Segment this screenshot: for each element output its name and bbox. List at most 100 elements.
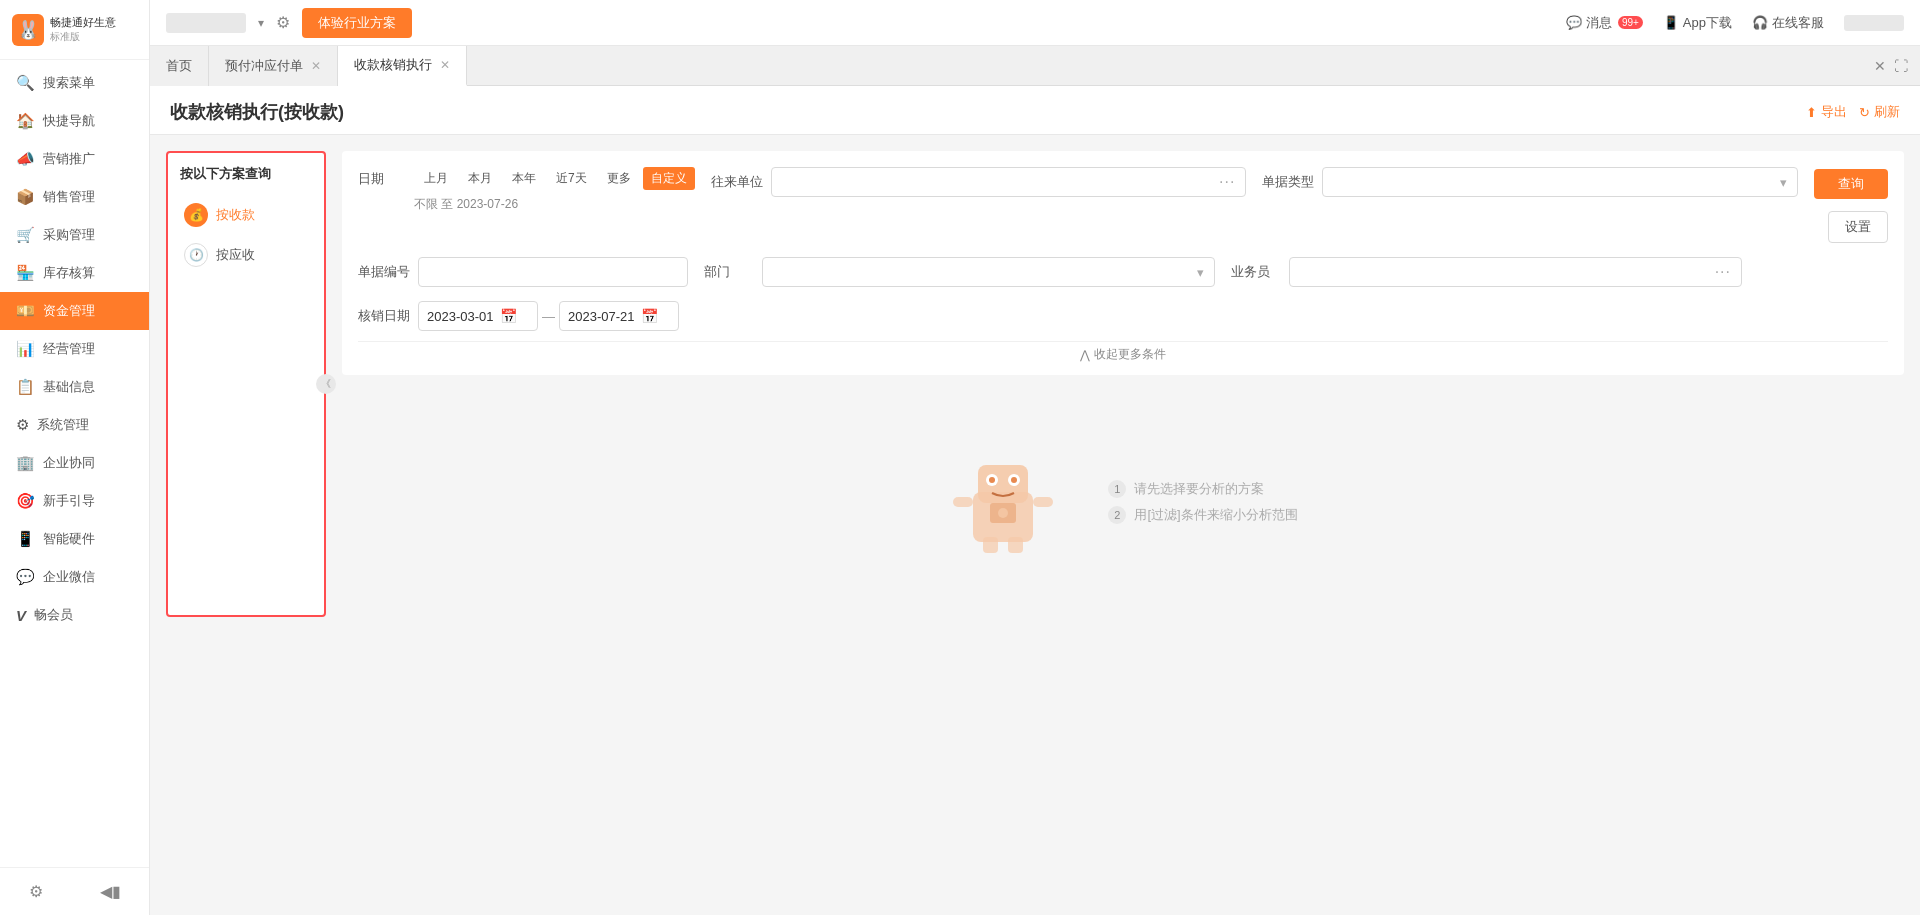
- empty-hint-1: 1 请先选择要分析的方案: [1108, 480, 1297, 498]
- date-7days-btn[interactable]: 近7天: [548, 167, 595, 190]
- settings-button[interactable]: 设置: [1828, 211, 1888, 243]
- main-content: 按以下方案查询 💰 按收款 🕐 按应收 《: [150, 135, 1920, 633]
- online-service-btn[interactable]: 🎧 在线客服: [1752, 14, 1824, 32]
- message-btn[interactable]: 💬 消息 99+: [1566, 14, 1643, 32]
- search-icon: 🔍: [16, 74, 35, 92]
- online-service-label: 在线客服: [1772, 14, 1824, 32]
- sidebar-item-system[interactable]: ⚙ 系统管理: [0, 406, 149, 444]
- tab-prepay-label: 预付冲应付单: [225, 57, 303, 75]
- doc-no-input[interactable]: [418, 257, 688, 287]
- export-button[interactable]: ⬆ 导出: [1806, 103, 1847, 121]
- collapse-more-btn[interactable]: ⋀ 收起更多条件: [358, 341, 1888, 363]
- purchase-icon: 🛒: [16, 226, 35, 244]
- message-label: 消息: [1586, 14, 1612, 32]
- tab-collection-label: 收款核销执行: [354, 56, 432, 74]
- verify-end-value: 2023-07-21: [568, 309, 635, 324]
- filter-panel: 按以下方案查询 💰 按收款 🕐 按应收 《: [166, 151, 326, 617]
- tab-collection[interactable]: 收款核销执行 ✕: [338, 46, 467, 86]
- query-button[interactable]: 查询: [1814, 169, 1888, 199]
- sidebar-item-quicknav[interactable]: 🏠 快捷导航: [0, 102, 149, 140]
- app-download-btn[interactable]: 📱 App下载: [1663, 14, 1732, 32]
- tab-home[interactable]: 首页: [150, 46, 209, 86]
- guide-icon: 🎯: [16, 492, 35, 510]
- inventory-icon: 🏪: [16, 264, 35, 282]
- date-this-month-btn[interactable]: 本月: [460, 167, 500, 190]
- date-custom-btn[interactable]: 自定义: [643, 167, 695, 190]
- sidebar-item-search[interactable]: 🔍 搜索菜单: [0, 64, 149, 102]
- sidebar-item-corp[interactable]: 🏢 企业协同: [0, 444, 149, 482]
- partner-label: 往来单位: [711, 173, 763, 191]
- app-version: 标准版: [50, 30, 116, 44]
- sidebar-item-purchase[interactable]: 🛒 采购管理: [0, 216, 149, 254]
- doc-type-select[interactable]: ▾: [1322, 167, 1798, 197]
- date-last-month-btn[interactable]: 上月: [416, 167, 456, 190]
- sidebar-collapse-btn[interactable]: ◀▮: [94, 876, 127, 907]
- svg-point-11: [998, 508, 1008, 518]
- sidebar-settings-btn[interactable]: ⚙: [23, 876, 49, 907]
- hardware-icon: 📱: [16, 530, 35, 548]
- system-icon: ⚙: [16, 416, 29, 434]
- verify-end-cal-icon[interactable]: 📅: [641, 308, 658, 324]
- staff-field: 业务员 ···: [1231, 257, 1742, 287]
- search-form: 日期 上月 本月 本年 近7天 更多 自定义: [342, 151, 1904, 375]
- sidebar-item-finance[interactable]: 💴 资金管理: [0, 292, 149, 330]
- finance-icon: 💴: [16, 302, 35, 320]
- sidebar-item-basic[interactable]: 📋 基础信息: [0, 368, 149, 406]
- tab-collection-close-icon[interactable]: ✕: [440, 58, 450, 72]
- verify-date-end-input[interactable]: 2023-07-21 📅: [559, 301, 679, 331]
- filter-panel-title: 按以下方案查询: [176, 165, 316, 183]
- sidebar-item-guide[interactable]: 🎯 新手引导: [0, 482, 149, 520]
- filter-receivable-icon: 🕐: [184, 243, 208, 267]
- sidebar-item-business[interactable]: 📊 经营管理: [0, 330, 149, 368]
- marketing-icon: 📣: [16, 150, 35, 168]
- tab-prepay[interactable]: 预付冲应付单 ✕: [209, 46, 338, 86]
- solution-button[interactable]: 体验行业方案: [302, 8, 412, 38]
- settings-gear-icon[interactable]: ⚙: [276, 13, 290, 32]
- empty-hint-1-text: 请先选择要分析的方案: [1134, 480, 1264, 498]
- verify-date-start-input[interactable]: 2023-03-01 📅: [418, 301, 538, 331]
- sidebar-item-inventory[interactable]: 🏪 库存核算: [0, 254, 149, 292]
- page-header: 收款核销执行(按收款) ⬆ 导出 ↻ 刷新: [150, 86, 1920, 135]
- staff-ellipsis-icon[interactable]: ···: [1715, 263, 1731, 281]
- filter-by-receivable[interactable]: 🕐 按应收: [176, 235, 316, 275]
- home-icon: 🏠: [16, 112, 35, 130]
- svg-rect-9: [1008, 537, 1023, 553]
- member-icon: V: [16, 607, 26, 624]
- tabbar-actions: ✕ ⛶: [1874, 58, 1920, 74]
- partner-select[interactable]: ···: [771, 167, 1247, 197]
- date-label: 日期: [358, 170, 408, 188]
- doc-no-field: 单据编号: [358, 257, 688, 287]
- sidebar-item-hardware[interactable]: 📱 智能硬件: [0, 520, 149, 558]
- user-name-placeholder: [166, 13, 246, 33]
- date-more-btn[interactable]: 更多: [599, 167, 639, 190]
- sidebar-item-marketing[interactable]: 📣 营销推广: [0, 140, 149, 178]
- filter-by-receipt[interactable]: 💰 按收款: [176, 195, 316, 235]
- partner-ellipsis-icon[interactable]: ···: [1219, 173, 1235, 191]
- basic-icon: 📋: [16, 378, 35, 396]
- partner-field: 往来单位 ···: [711, 167, 1247, 197]
- verify-start-value: 2023-03-01: [427, 309, 494, 324]
- tab-prepay-close-icon[interactable]: ✕: [311, 59, 321, 73]
- sidebar-item-member[interactable]: V 畅会员: [0, 596, 149, 634]
- sidebar-bottom: ⚙ ◀▮: [0, 867, 149, 915]
- mobile-icon: 📱: [1663, 15, 1679, 30]
- verify-start-cal-icon[interactable]: 📅: [500, 308, 517, 324]
- headset-icon: 🎧: [1752, 15, 1768, 30]
- tabbar: 首页 预付冲应付单 ✕ 收款核销执行 ✕ ✕ ⛶: [150, 46, 1920, 86]
- sidebar-item-weixin[interactable]: 💬 企业微信: [0, 558, 149, 596]
- dept-select[interactable]: ▾: [762, 257, 1215, 287]
- filter-collapse-btn[interactable]: 《: [316, 374, 336, 394]
- doc-type-dropdown-icon: ▾: [1780, 175, 1787, 190]
- empty-hints: 1 请先选择要分析的方案 2 用[过滤]条件来缩小分析范围: [1108, 480, 1297, 524]
- refresh-button[interactable]: ↻ 刷新: [1859, 103, 1900, 121]
- corp-icon: 🏢: [16, 454, 35, 472]
- empty-illustration: [948, 447, 1058, 557]
- svg-rect-1: [978, 465, 1028, 503]
- sidebar-item-sales[interactable]: 📦 销售管理: [0, 178, 149, 216]
- staff-select[interactable]: ···: [1289, 257, 1742, 287]
- dropdown-arrow-icon[interactable]: ▾: [258, 16, 264, 30]
- tab-close-all-icon[interactable]: ✕: [1874, 58, 1886, 74]
- doc-type-field: 单据类型 ▾: [1262, 167, 1798, 197]
- tab-expand-icon[interactable]: ⛶: [1894, 58, 1908, 74]
- date-this-year-btn[interactable]: 本年: [504, 167, 544, 190]
